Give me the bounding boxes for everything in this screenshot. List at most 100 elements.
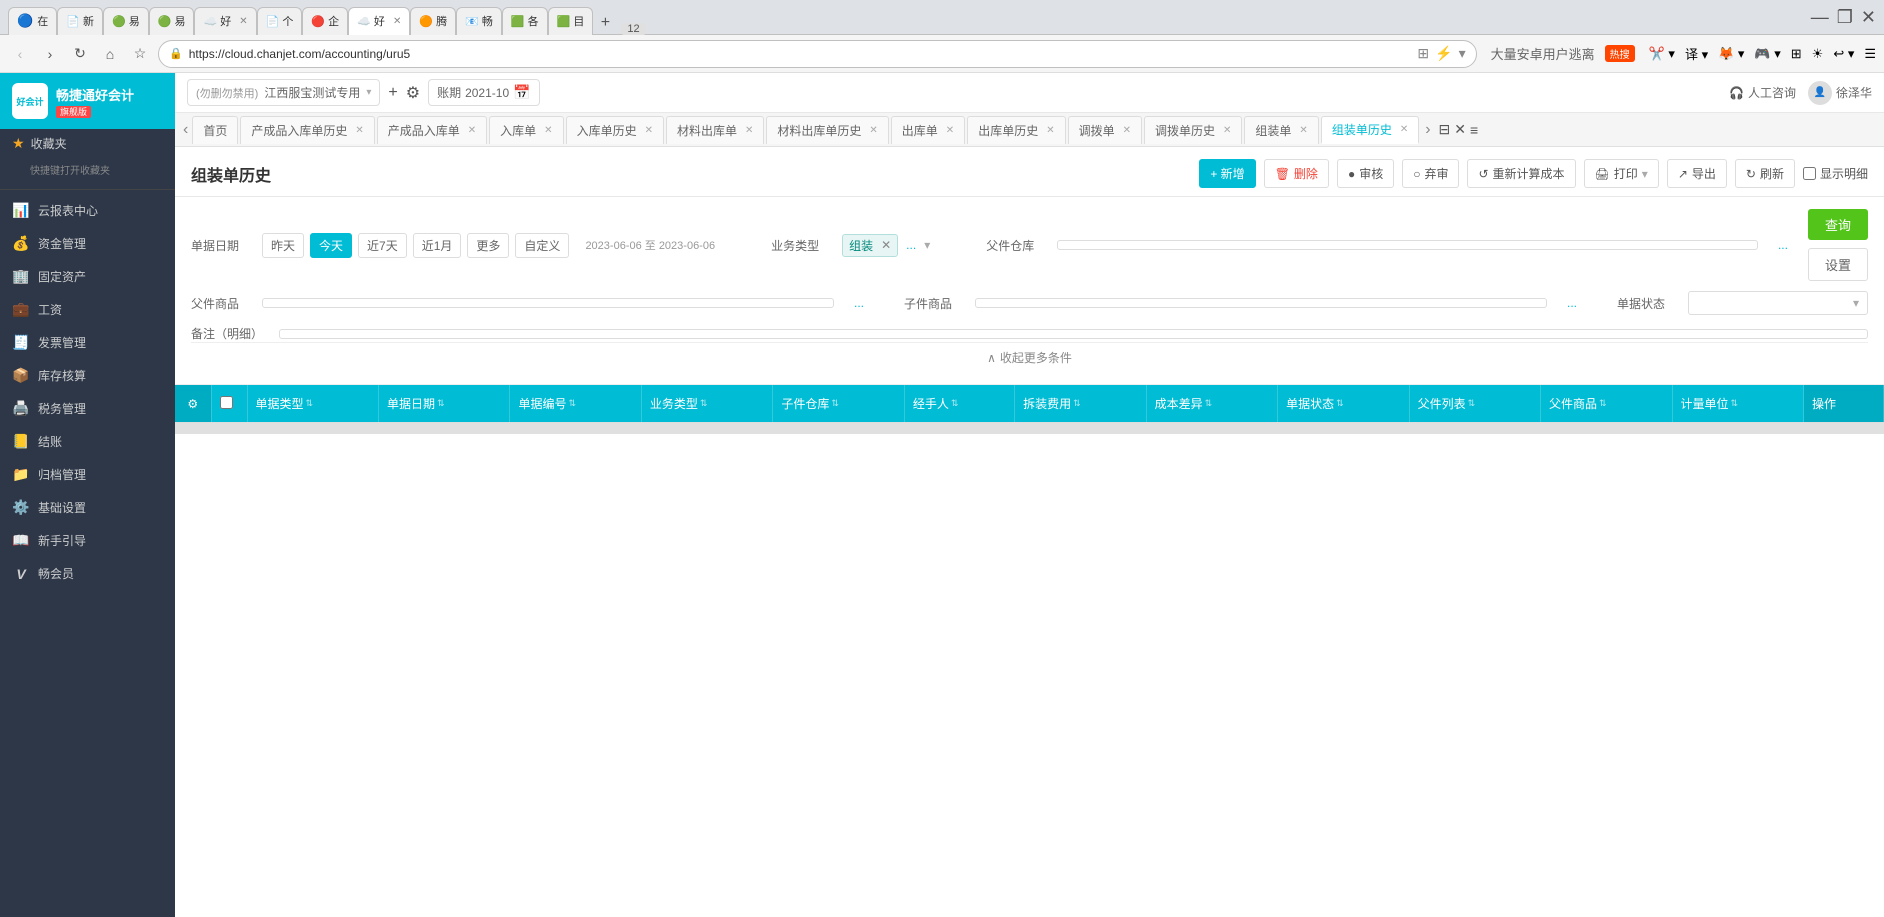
business-type-more[interactable]: ... (902, 238, 920, 252)
fox-icon[interactable]: 🦊 ▾ (1718, 46, 1744, 62)
page-tab-material-out[interactable]: 材料出库单 ✕ (666, 116, 764, 144)
page-tab-assembly-history[interactable]: 组装单历史 ✕ (1321, 116, 1419, 144)
remarks-input[interactable] (279, 329, 1868, 339)
page-tab-finished-goods-in-history[interactable]: 产成品入库单历史 ✕ (240, 116, 374, 144)
th-bill-no[interactable]: 单据编号 ⇅ (510, 385, 641, 422)
window-restore[interactable]: ❐ (1837, 7, 1853, 28)
browser-tab-3[interactable]: 🟢 易 (103, 7, 149, 35)
browser-tab-10[interactable]: 📧 畅 (456, 7, 502, 35)
user-info[interactable]: 👤 徐泽华 (1808, 81, 1872, 105)
address-bar[interactable]: 🔒 https://cloud.chanjet.com/accounting/u… (158, 40, 1477, 68)
tab-8-close[interactable]: ✕ (393, 16, 401, 27)
tab-assembly-history-close[interactable]: ✕ (1400, 124, 1408, 135)
browser-tab-1[interactable]: 🔵 在 (8, 7, 57, 35)
tab-nav-left[interactable]: ‹ (179, 121, 192, 139)
query-button[interactable]: 查询 (1808, 209, 1868, 240)
tab-close-all[interactable]: ✕ (1454, 121, 1466, 138)
bookmark-button[interactable]: ☆ (128, 42, 152, 66)
business-type-tag-close[interactable]: ✕ (881, 238, 891, 252)
browser-tab-12[interactable]: 🟩 目 (548, 7, 594, 35)
tab-finished-goods-in-close[interactable]: ✕ (468, 125, 476, 136)
abandon-button[interactable]: ○ 弃审 (1402, 159, 1459, 188)
tab-material-out-history-close[interactable]: ✕ (869, 125, 877, 136)
th-bill-type[interactable]: 单据类型 ⇅ (247, 385, 378, 422)
tab-in-close[interactable]: ✕ (544, 125, 552, 136)
tab-transfer-close[interactable]: ✕ (1123, 125, 1131, 136)
menu-icon[interactable]: ☰ (1864, 46, 1876, 62)
page-tab-material-out-history[interactable]: 材料出库单历史 ✕ (766, 116, 888, 144)
select-all-checkbox[interactable] (220, 396, 233, 409)
filter-settings-button[interactable]: 设置 (1808, 248, 1868, 281)
lightning-icon[interactable]: ⚡ (1435, 45, 1452, 62)
tab-in-history-close[interactable]: ✕ (645, 125, 653, 136)
new-button[interactable]: + 新增 (1199, 159, 1255, 188)
sidebar-item-funds[interactable]: 💰 资金管理 (0, 227, 175, 260)
reload-button[interactable]: ↻ (68, 42, 92, 66)
th-unit[interactable]: 计量单位 ⇅ (1672, 385, 1804, 422)
audit-button[interactable]: ● 审核 (1337, 159, 1394, 188)
browser-tab-8[interactable]: ☁️ 好 ✕ (348, 7, 410, 35)
th-handler[interactable]: 经手人 ⇅ (904, 385, 1014, 422)
sidebar-item-archive[interactable]: 📁 归档管理 (0, 458, 175, 491)
date-1month[interactable]: 近1月 (413, 233, 462, 258)
browser-tab-9[interactable]: 🟠 腾 (410, 7, 456, 35)
new-tab-button[interactable]: + (593, 11, 617, 35)
tab-5-close[interactable]: ✕ (239, 16, 247, 27)
delete-button[interactable]: 🗑 删除 (1264, 159, 1329, 188)
grid-icon[interactable]: ⊞ (1791, 46, 1802, 62)
th-settings[interactable]: ⚙ (175, 385, 211, 422)
service-button[interactable]: 🎧 人工咨询 (1729, 84, 1796, 101)
date-7days[interactable]: 近7天 (358, 233, 407, 258)
tab-finished-goods-in-history-close[interactable]: ✕ (355, 125, 363, 136)
browser-tab-11[interactable]: 🟩 各 (502, 7, 548, 35)
refresh-button[interactable]: ↻ 刷新 (1735, 159, 1795, 188)
th-biz-type[interactable]: 业务类型 ⇅ (641, 385, 772, 422)
sidebar-item-salary[interactable]: 💼 工资 (0, 293, 175, 326)
sidebar-item-reports[interactable]: 📊 云报表中心 (0, 194, 175, 227)
tab-transfer-history-close[interactable]: ✕ (1223, 125, 1231, 136)
tab-count-badge[interactable]: 12 (621, 23, 645, 35)
tab-nav-right[interactable]: › (1421, 121, 1434, 139)
tab-material-out-close[interactable]: ✕ (745, 125, 753, 136)
page-tab-finished-goods-in[interactable]: 产成品入库单 ✕ (377, 116, 487, 144)
page-tab-out[interactable]: 出库单 ✕ (891, 116, 965, 144)
address-dropdown[interactable]: ▾ (1459, 45, 1466, 62)
th-checkbox[interactable] (211, 385, 247, 422)
scissors-icon[interactable]: ✂️ ▾ (1649, 46, 1675, 62)
forward-button[interactable]: › (38, 42, 62, 66)
child-goods-more[interactable]: ... (1563, 296, 1581, 310)
window-close[interactable]: ✕ (1861, 7, 1876, 28)
page-tab-in-history[interactable]: 入库单历史 ✕ (566, 116, 664, 144)
parent-goods-input[interactable] (262, 298, 834, 308)
recalculate-button[interactable]: ↺ 重新计算成本 (1467, 159, 1575, 188)
sidebar-item-inventory[interactable]: 📦 库存核算 (0, 359, 175, 392)
print-button[interactable]: 🖨 打印 ▾ (1584, 159, 1659, 188)
window-minimize[interactable]: — (1811, 7, 1829, 28)
th-child-warehouse[interactable]: 子件仓库 ⇅ (773, 385, 904, 422)
undo-icon[interactable]: ↩ ▾ (1833, 46, 1854, 62)
tab-settings-btn[interactable]: ≡ (1470, 122, 1478, 138)
child-goods-input[interactable] (975, 298, 1547, 308)
date-today[interactable]: 今天 (310, 233, 352, 258)
period-selector[interactable]: 账期 2021-10 📅 (428, 79, 540, 106)
parent-goods-more[interactable]: ... (850, 296, 868, 310)
status-dropdown[interactable]: ▾ (1688, 291, 1868, 315)
page-tab-transfer-history[interactable]: 调拨单历史 ✕ (1144, 116, 1242, 144)
sidebar-item-tax[interactable]: 🖨️ 税务管理 (0, 392, 175, 425)
game-icon[interactable]: 🎮 ▾ (1754, 46, 1780, 62)
parent-warehouse-input[interactable] (1057, 240, 1758, 250)
qr-code-icon[interactable]: ⊞ (1417, 45, 1429, 62)
page-tab-transfer[interactable]: 调拨单 ✕ (1068, 116, 1142, 144)
sidebar-item-member[interactable]: V 畅会员 (0, 557, 175, 590)
th-disassembly-fee[interactable]: 拆装费用 ⇅ (1015, 385, 1146, 422)
browser-tab-6[interactable]: 📄 个 (257, 7, 303, 35)
sidebar-item-guide[interactable]: 📖 新手引导 (0, 524, 175, 557)
th-cost-variance[interactable]: 成本差异 ⇅ (1146, 385, 1277, 422)
tab-out-close[interactable]: ✕ (946, 125, 954, 136)
home-button[interactable]: ⌂ (98, 42, 122, 66)
browser-tab-5[interactable]: ☁️ 好 ✕ (194, 7, 256, 35)
scrollbar-area[interactable] (175, 422, 1884, 434)
tab-out-history-close[interactable]: ✕ (1046, 125, 1054, 136)
browser-tab-2[interactable]: 📄 新 (57, 7, 103, 35)
sidebar-item-invoice[interactable]: 🧾 发票管理 (0, 326, 175, 359)
